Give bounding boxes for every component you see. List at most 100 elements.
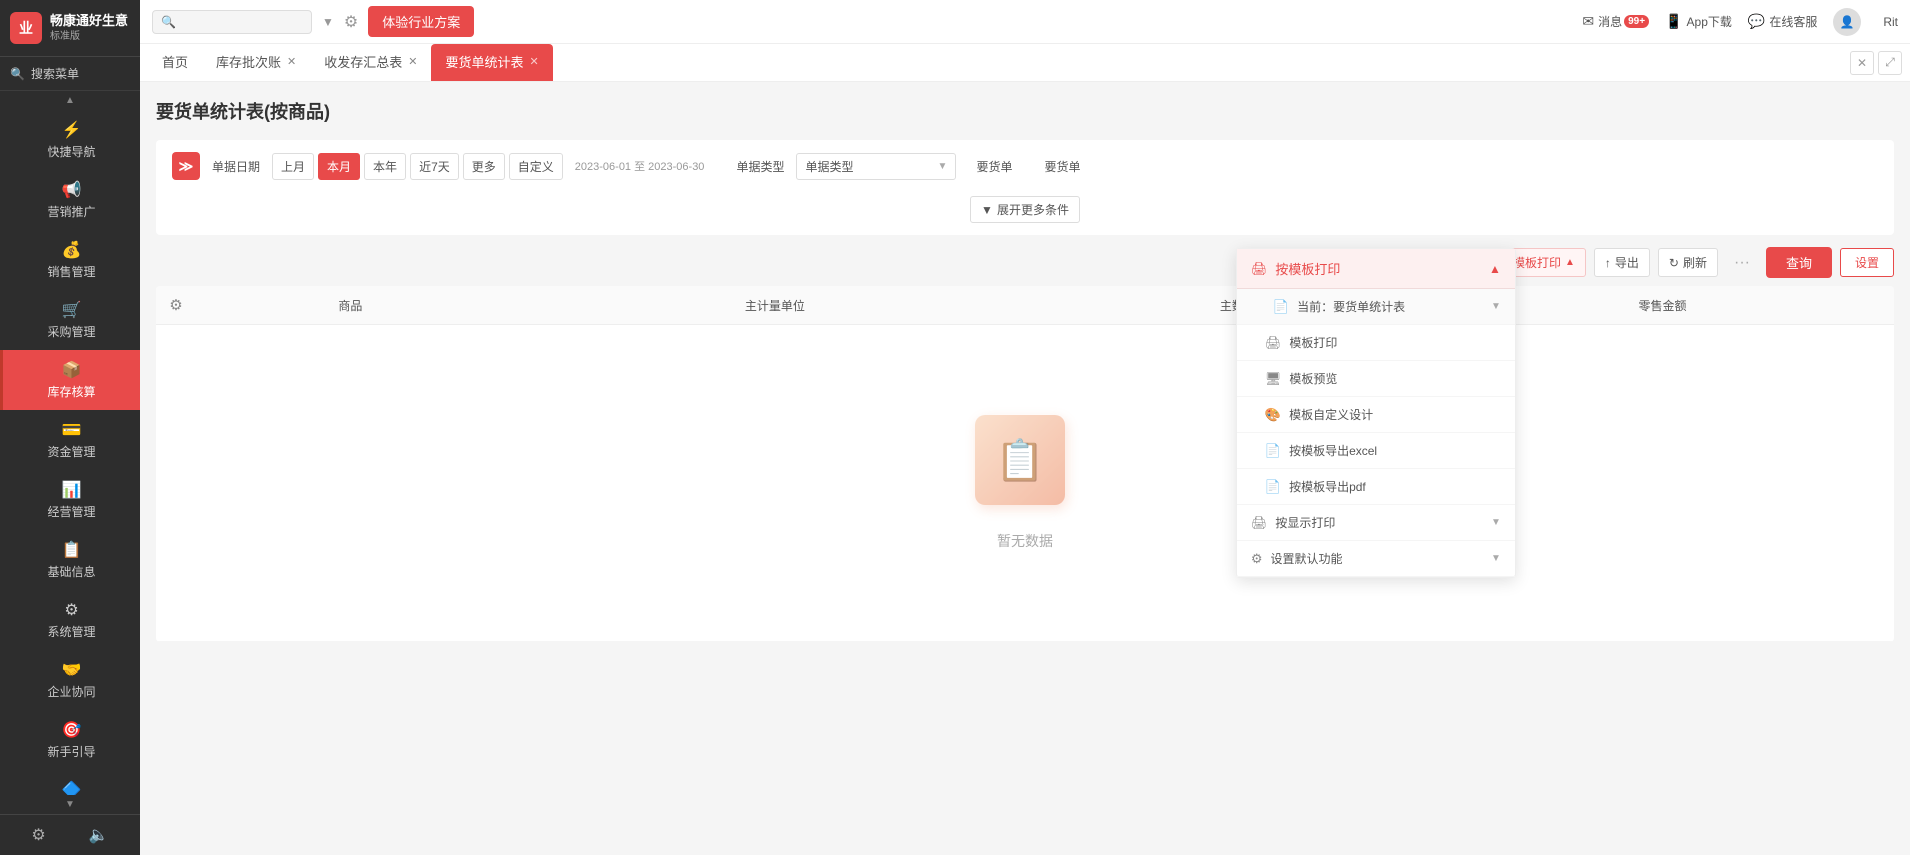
date-custom-btn[interactable]: 自定义: [509, 153, 563, 180]
top-bar-right: ✉ 消息 99+ 📱 App下载 💬 在线客服 👤 Rit: [1582, 8, 1898, 36]
sidebar-item-sales[interactable]: 💰 销售管理: [0, 230, 140, 290]
template-export-excel-label: 按模板导出excel: [1289, 442, 1377, 459]
display-print-left: 🖨 按显示打印: [1251, 514, 1336, 531]
top-bar-gear-icon[interactable]: ⚙: [344, 12, 358, 32]
sidebar-item-basics[interactable]: 📋 基础信息: [0, 530, 140, 590]
sidebar-item-enterprise[interactable]: 🤝 企业协同: [0, 650, 140, 710]
settings-btn[interactable]: 设置: [1840, 248, 1894, 277]
default-fn-item[interactable]: ⚙ 设置默认功能 ▼: [1237, 541, 1515, 576]
app-download-btn[interactable]: 📱 App下载: [1665, 13, 1732, 30]
print-dropdown-header[interactable]: 🖨 按模板打印 ▲: [1237, 249, 1515, 289]
app-download-icon: 📱: [1665, 13, 1682, 30]
user-name[interactable]: Rit: [1883, 15, 1898, 29]
content-area: 要货单统计表(按商品) ≫ 单据日期 上月 本月 本年 近7天 更多 自定义 2…: [140, 82, 1910, 855]
order-type-chevron: ▼: [938, 161, 948, 172]
top-bar-dropdown-chevron[interactable]: ▼: [322, 15, 334, 29]
data-table: ⚙ 商品 主计量单位 主数量 零售金额 📋: [156, 286, 1894, 642]
current-template-chevron: ▼: [1491, 301, 1501, 312]
current-template-label: 当前：要货单统计表: [1297, 298, 1405, 315]
sidebar-item-system[interactable]: ⚙ 系统管理: [0, 590, 140, 650]
sidebar-item-app-center[interactable]: 🔷 应用中心: [0, 770, 140, 795]
sidebar-item-operations[interactable]: 📊 经营管理: [0, 470, 140, 530]
date-current-month-btn[interactable]: 本月: [318, 153, 360, 180]
date-current-year-btn[interactable]: 本年: [364, 153, 406, 180]
template-print-item[interactable]: 🖨 模板打印: [1237, 325, 1515, 360]
audio-bottom-icon[interactable]: 🔈: [89, 825, 109, 845]
template-export-excel-item[interactable]: 📄 按模板导出excel: [1237, 433, 1515, 468]
user-avatar[interactable]: 👤: [1833, 8, 1861, 36]
order-type-select[interactable]: 单据类型 ▼: [796, 153, 956, 180]
filter-toggle-btn[interactable]: ≫: [172, 152, 200, 180]
order-goods-label: 要货单: [1044, 158, 1080, 175]
system-label: 系统管理: [47, 623, 95, 640]
sidebar-logo: 业 畅康通好生意 标准版: [0, 0, 140, 57]
sidebar-item-finance[interactable]: 💳 资金管理: [0, 410, 140, 470]
top-search-bar[interactable]: 🔍: [152, 10, 312, 34]
date-more-btn[interactable]: 更多: [463, 153, 505, 180]
tab-receipt-summary[interactable]: 收发存汇总表 ✕: [310, 44, 431, 81]
trial-button[interactable]: 体验行业方案: [368, 6, 474, 37]
sidebar: 业 畅康通好生意 标准版 🔍 搜索菜单 ▲ ⚡ 快捷导航 📢 营销推广 💰 销售…: [0, 0, 140, 855]
app-name: 畅康通好生意: [50, 13, 128, 30]
current-template-item[interactable]: 📄 当前：要货单统计表 ▼: [1237, 289, 1515, 324]
main-area: 🔍 ▼ ⚙ 体验行业方案 ✉ 消息 99+ 📱 App下载 💬 在线客服 👤 R…: [140, 0, 1910, 855]
online-service-btn[interactable]: 💬 在线客服: [1748, 13, 1817, 30]
tab-receipt-summary-close[interactable]: ✕: [408, 55, 417, 68]
sidebar-search[interactable]: 🔍 搜索菜单: [0, 57, 140, 91]
sidebar-item-guide[interactable]: 🎯 新手引导: [0, 710, 140, 770]
dropdown-template-preview: 🖥 模板预览: [1237, 361, 1515, 397]
app-center-icon: 🔷: [62, 780, 82, 795]
template-preview-item[interactable]: 🖥 模板预览: [1237, 361, 1515, 396]
basics-icon: 📋: [62, 540, 82, 560]
refresh-btn[interactable]: ↻ 刷新: [1658, 248, 1718, 277]
marketing-icon: 📢: [62, 180, 82, 200]
dropdown-current-template: 📄 当前：要货单统计表 ▼: [1237, 289, 1515, 325]
print-dropdown-header-label: 按模板打印: [1275, 259, 1340, 278]
display-print-label: 按显示打印: [1275, 514, 1335, 531]
tab-inventory-batch[interactable]: 库存批次账 ✕: [202, 44, 310, 81]
template-design-label: 模板自定义设计: [1289, 406, 1373, 423]
search-icon: 🔍: [10, 67, 25, 81]
date-last7days-btn[interactable]: 近7天: [410, 153, 459, 180]
top-bar: 🔍 ▼ ⚙ 体验行业方案 ✉ 消息 99+ 📱 App下载 💬 在线客服 👤 R…: [140, 0, 1910, 44]
tab-inventory-batch-close[interactable]: ✕: [287, 55, 296, 68]
operations-label: 经营管理: [47, 503, 95, 520]
export-btn[interactable]: ↑ 导出: [1594, 248, 1650, 277]
expand-more-icon: ▼: [981, 203, 993, 217]
filter-panel: ≫ 单据日期 上月 本月 本年 近7天 更多 自定义 2023-06-01 至 …: [156, 140, 1894, 235]
query-btn[interactable]: 查询: [1766, 247, 1832, 278]
current-template-icon: 📄: [1273, 299, 1289, 315]
sidebar-scroll-down[interactable]: ▼: [0, 795, 140, 814]
tab-close-btn[interactable]: ✕: [1850, 51, 1874, 75]
table-col-unit: 主计量单位: [505, 286, 1045, 325]
export-label: 导出: [1615, 254, 1639, 271]
date-filter-label: 单据日期: [212, 158, 260, 175]
template-export-pdf-item[interactable]: 📄 按模板导出pdf: [1237, 469, 1515, 504]
sidebar-item-quick-nav[interactable]: ⚡ 快捷导航: [0, 110, 140, 170]
sidebar-scroll-up[interactable]: ▲: [0, 91, 140, 110]
display-print-item[interactable]: 🖨 按显示打印 ▼: [1237, 505, 1515, 540]
table-settings-header: ⚙: [156, 286, 196, 325]
table-settings-icon[interactable]: ⚙: [169, 297, 182, 314]
sidebar-item-purchase[interactable]: 🛒 采购管理: [0, 290, 140, 350]
print-chevron-icon: ▲: [1565, 257, 1575, 268]
enterprise-label: 企业协同: [47, 683, 95, 700]
message-btn[interactable]: ✉ 消息 99+: [1582, 13, 1649, 30]
sidebar-item-marketing[interactable]: 📢 营销推广: [0, 170, 140, 230]
settings-bottom-icon[interactable]: ⚙: [31, 825, 45, 845]
order-type-value: 单据类型: [805, 158, 853, 175]
tab-expand-btn[interactable]: ⤢: [1878, 51, 1902, 75]
online-service-label: 在线客服: [1769, 13, 1817, 30]
tab-home[interactable]: 首页: [148, 44, 202, 81]
tab-order-summary-close[interactable]: ✕: [530, 55, 539, 68]
tab-order-summary[interactable]: 要货单统计表 ✕: [431, 44, 552, 81]
dropdown-display-print: 🖨 按显示打印 ▼: [1237, 505, 1515, 541]
template-design-item[interactable]: 🎨 模板自定义设计: [1237, 397, 1515, 432]
expand-more-btn[interactable]: ▼ 展开更多条件: [970, 196, 1080, 223]
expand-more-label: 展开更多条件: [997, 201, 1069, 218]
three-dots-btn[interactable]: ···: [1726, 250, 1758, 276]
sidebar-item-inventory[interactable]: 📦 库存核算: [0, 350, 140, 410]
template-print-label: 模板打印: [1289, 334, 1337, 351]
date-prev-month-btn[interactable]: 上月: [272, 153, 314, 180]
date-range-text: 2023-06-01 至 2023-06-30: [575, 158, 705, 174]
